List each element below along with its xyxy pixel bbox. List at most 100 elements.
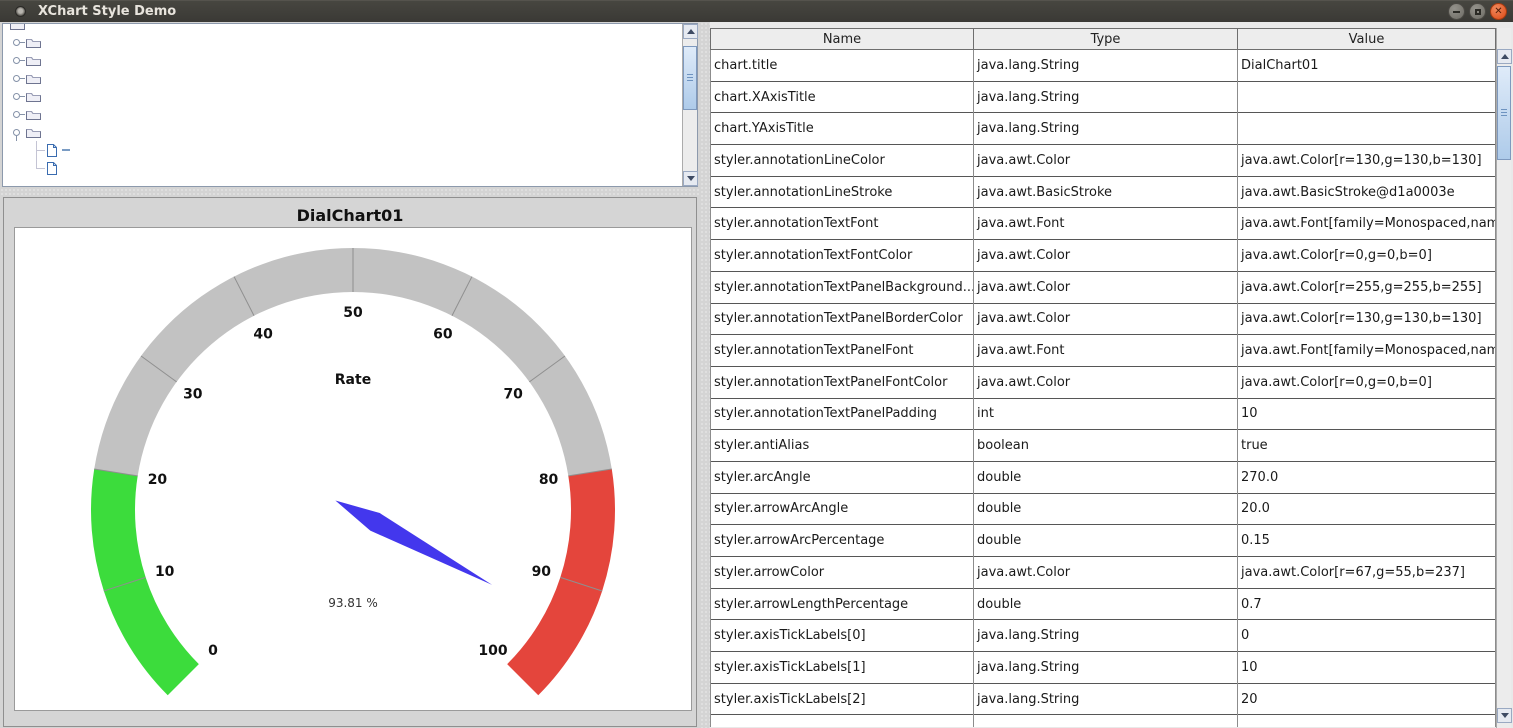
cell-type[interactable]: boolean bbox=[973, 429, 1238, 462]
cell-type[interactable]: java.awt.BasicStroke bbox=[973, 175, 1238, 208]
cell-value[interactable]: 20.0 bbox=[1237, 492, 1496, 525]
cell-value[interactable]: 20 bbox=[1237, 682, 1496, 715]
cell-type[interactable]: java.awt.Color bbox=[973, 239, 1238, 272]
cell-type[interactable]: java.awt.Color bbox=[973, 365, 1238, 399]
cell-value[interactable]: java.awt.Font[family=Monospaced,nam... bbox=[1237, 334, 1496, 367]
cell-name[interactable]: styler.arrowArcPercentage bbox=[710, 524, 974, 557]
cell-value[interactable] bbox=[1237, 80, 1496, 113]
cell-type[interactable]: java.awt.Font bbox=[973, 334, 1238, 367]
cell-name[interactable]: styler.annotationTextFont bbox=[710, 207, 974, 240]
tree-node-label[interactable] bbox=[30, 24, 38, 25]
tree-node-label[interactable] bbox=[46, 131, 54, 133]
cell-name[interactable]: styler.annotationLineColor bbox=[710, 144, 974, 177]
cell-type[interactable]: java.lang.String bbox=[973, 619, 1238, 652]
column-header-name[interactable]: Name bbox=[710, 28, 974, 50]
tree-node-label[interactable] bbox=[46, 41, 54, 43]
tree-node[interactable] bbox=[3, 123, 682, 141]
cell-type[interactable]: java.awt.Color bbox=[973, 556, 1238, 589]
tree-node-label[interactable] bbox=[46, 113, 54, 115]
tree-scrollbar[interactable] bbox=[682, 24, 698, 186]
tree-scroll-down-button[interactable] bbox=[683, 171, 698, 186]
cell-name[interactable]: styler.arrowArcAngle bbox=[710, 492, 974, 525]
cell-type[interactable]: java.lang.String bbox=[973, 651, 1238, 684]
expand-handle-icon[interactable] bbox=[11, 69, 25, 87]
cell-name[interactable]: styler.annotationTextPanelBackground... bbox=[710, 270, 974, 303]
cell-name[interactable]: styler.annotationTextPanelBorderColor bbox=[710, 302, 974, 335]
cell-value[interactable]: java.awt.Color[r=130,g=130,b=130] bbox=[1237, 302, 1496, 335]
cell-value[interactable]: 10 bbox=[1237, 397, 1496, 430]
cell-name[interactable]: styler.axisTickLabels[2] bbox=[710, 682, 974, 715]
cell-value[interactable]: java.awt.Color[r=255,g=255,b=255] bbox=[1237, 270, 1496, 303]
horizontal-split-divider[interactable] bbox=[0, 188, 700, 196]
tree-node[interactable] bbox=[3, 105, 682, 123]
expand-handle-icon[interactable] bbox=[11, 123, 25, 141]
cell-type[interactable]: double bbox=[973, 524, 1238, 557]
close-button[interactable]: ✕ bbox=[1490, 3, 1507, 20]
tree-scroll-thumb[interactable] bbox=[683, 46, 697, 110]
cell-name[interactable]: styler.axisTickLabels[1] bbox=[710, 651, 974, 684]
tree-node-label[interactable] bbox=[62, 167, 70, 169]
cell-type[interactable]: double bbox=[973, 460, 1238, 494]
cell-type[interactable]: java.lang.String bbox=[973, 112, 1238, 145]
cell-name[interactable]: styler.arrowColor bbox=[710, 556, 974, 589]
cell-name[interactable]: chart.XAxisTitle bbox=[710, 80, 974, 113]
minimize-button[interactable] bbox=[1448, 3, 1465, 20]
cell-name[interactable]: styler.annotationTextPanelFontColor bbox=[710, 365, 974, 399]
maximize-button[interactable] bbox=[1469, 3, 1486, 20]
cell-value[interactable]: java.awt.BasicStroke@d1a0003e bbox=[1237, 175, 1496, 208]
expand-handle-icon[interactable] bbox=[11, 33, 25, 51]
cell-type[interactable]: int bbox=[973, 397, 1238, 430]
table-scroll-thumb[interactable] bbox=[1497, 66, 1511, 160]
table-scroll-down-button[interactable] bbox=[1497, 708, 1512, 723]
tree-node[interactable] bbox=[3, 51, 682, 69]
tree-node[interactable] bbox=[3, 69, 682, 87]
cell-value[interactable]: 0 bbox=[1237, 619, 1496, 652]
cell-value[interactable]: DialChart01 bbox=[1237, 49, 1496, 82]
cell-type[interactable]: java.awt.Color bbox=[973, 302, 1238, 335]
tree-node[interactable] bbox=[3, 159, 682, 177]
cell-value[interactable]: java.awt.Color[r=0,g=0,b=0] bbox=[1237, 365, 1496, 399]
cell-type[interactable]: java.lang.String bbox=[973, 682, 1238, 715]
cell-name[interactable]: styler.annotationTextPanelPadding bbox=[710, 397, 974, 430]
cell-name[interactable]: styler.annotationTextFontColor bbox=[710, 239, 974, 272]
tree-scroll-up-button[interactable] bbox=[683, 24, 698, 39]
cell-name[interactable]: chart.YAxisTitle bbox=[710, 112, 974, 145]
table-scrollbar[interactable] bbox=[1496, 28, 1512, 728]
cell-name[interactable]: styler.arcAngle bbox=[710, 460, 974, 494]
cell-name[interactable]: chart.title bbox=[710, 49, 974, 82]
tree-node[interactable] bbox=[3, 24, 682, 33]
cell-type[interactable]: double bbox=[973, 492, 1238, 525]
tree-node-label[interactable] bbox=[62, 149, 70, 151]
tree-node-label[interactable] bbox=[46, 77, 54, 79]
cell-type[interactable]: java.lang.String bbox=[973, 49, 1238, 82]
tree-node[interactable] bbox=[3, 141, 682, 159]
cell-type[interactable]: java.awt.Color bbox=[973, 270, 1238, 303]
cell-name[interactable]: styler.arrowLengthPercentage bbox=[710, 587, 974, 620]
cell-value[interactable]: 0.7 bbox=[1237, 587, 1496, 620]
cell-name[interactable]: styler.antiAlias bbox=[710, 429, 974, 462]
vertical-split-divider[interactable] bbox=[700, 22, 710, 728]
expand-handle-icon[interactable] bbox=[11, 105, 25, 123]
cell-value[interactable]: java.awt.Color[r=67,g=55,b=237] bbox=[1237, 556, 1496, 589]
chart-tree[interactable] bbox=[3, 24, 682, 186]
cell-name[interactable]: styler.axisTickLabels[0] bbox=[710, 619, 974, 652]
column-header-type[interactable]: Type bbox=[973, 28, 1238, 50]
tree-node[interactable] bbox=[3, 33, 682, 51]
cell-type[interactable]: java.awt.Font bbox=[973, 207, 1238, 240]
expand-handle-icon[interactable] bbox=[11, 51, 25, 69]
cell-value[interactable]: 0.15 bbox=[1237, 524, 1496, 557]
expand-handle-icon[interactable] bbox=[11, 87, 25, 105]
cell-value[interactable]: java.awt.Color[r=130,g=130,b=130] bbox=[1237, 144, 1496, 177]
cell-name[interactable]: styler.annotationLineStroke bbox=[710, 175, 974, 208]
cell-name[interactable]: styler.annotationTextPanelFont bbox=[710, 334, 974, 367]
column-header-value[interactable]: Value bbox=[1237, 28, 1496, 50]
cell-value[interactable]: true bbox=[1237, 429, 1496, 462]
table-scroll-up-button[interactable] bbox=[1497, 49, 1512, 64]
cell-value[interactable] bbox=[1237, 112, 1496, 145]
tree-node-label[interactable] bbox=[46, 59, 54, 61]
cell-type[interactable]: double bbox=[973, 587, 1238, 620]
cell-type[interactable]: java.awt.Color bbox=[973, 144, 1238, 177]
tree-node[interactable] bbox=[3, 87, 682, 105]
cell-value[interactable]: 10 bbox=[1237, 651, 1496, 684]
cell-value[interactable]: 270.0 bbox=[1237, 460, 1496, 494]
